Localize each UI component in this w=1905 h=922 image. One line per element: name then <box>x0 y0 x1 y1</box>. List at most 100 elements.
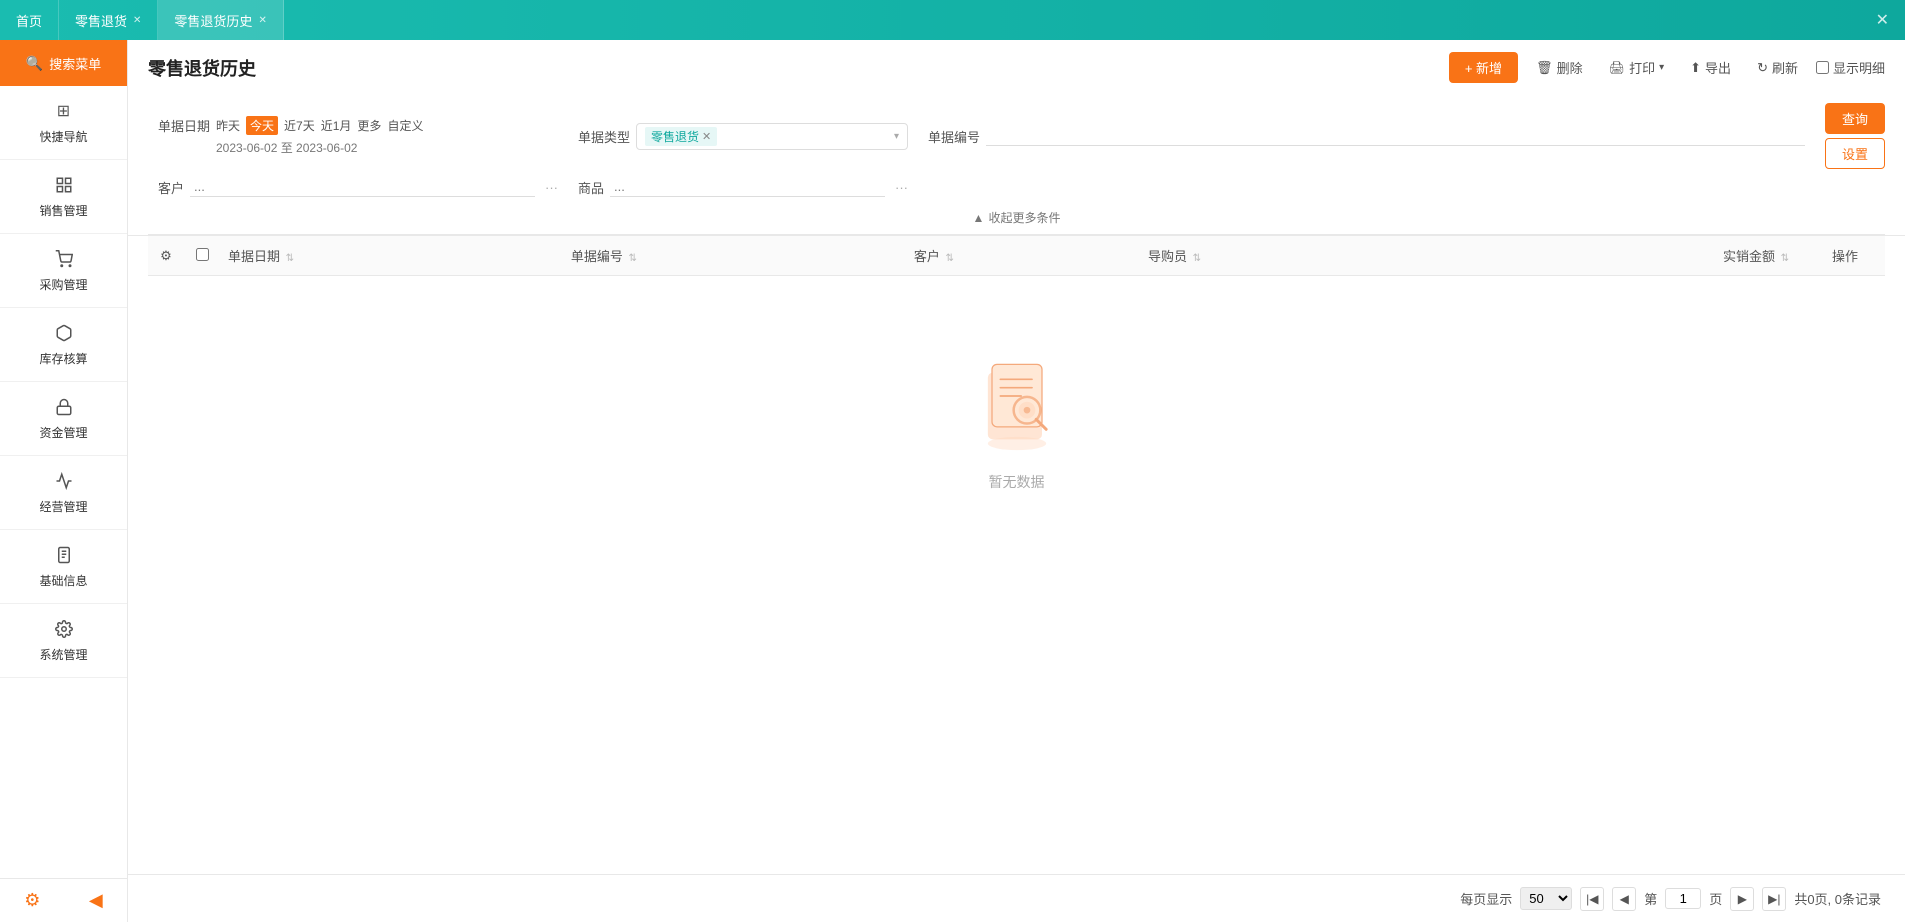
refresh-icon: ↻ <box>1757 60 1768 76</box>
filter-date-item: 单据日期 昨天 今天 近7天 近1月 更多 自定义 2023-06-02 至 2… <box>148 116 568 156</box>
export-icon: ⬆ <box>1690 60 1701 76</box>
sidebar-item-inventory[interactable]: 库存核算 <box>0 308 127 382</box>
prev-page-button[interactable]: ◀ <box>1612 887 1636 911</box>
filter-customer-input[interactable] <box>190 177 535 197</box>
display-toggle-checkbox[interactable] <box>1816 61 1829 74</box>
empty-state-cell: 暂无数据 <box>148 276 1885 573</box>
total-label: 共0页, 0条记录 <box>1794 889 1881 908</box>
date-option-7days[interactable]: 近7天 <box>284 117 315 134</box>
th-actions: 操作 <box>1805 236 1885 276</box>
delete-icon: 🗑 <box>1536 60 1553 76</box>
page-title: 零售退货历史 <box>148 55 256 81</box>
filter-doc-number-input[interactable] <box>986 126 1805 146</box>
sidebar-item-quick-nav[interactable]: ⊞ 快捷导航 <box>0 86 127 160</box>
page-header: 零售退货历史 + 新增 🗑 删除 🖨 打印 ▾ ⬆ 导出 <box>128 40 1905 236</box>
next-page-button[interactable]: ▶ <box>1730 887 1754 911</box>
sort-date-icon[interactable]: ⇅ <box>286 253 294 264</box>
filter-doc-type-label: 单据类型 <box>578 127 630 146</box>
th-customer: 客户 ⇅ <box>906 236 1140 276</box>
basic-info-icon <box>53 544 75 566</box>
new-button[interactable]: + 新增 <box>1449 52 1518 83</box>
export-button[interactable]: ⬆ 导出 <box>1682 54 1739 81</box>
empty-state: 暂无数据 <box>148 276 1885 572</box>
data-table: ⚙ 单据日期 ⇅ 单据编号 ⇅ <box>148 236 1885 572</box>
empty-state-icon <box>967 356 1067 456</box>
filter-doc-type-select[interactable]: 零售退货 ✕ ▾ <box>636 123 908 150</box>
tab-retail-return[interactable]: 零售退货 ✕ <box>59 0 158 40</box>
sidebar-search[interactable]: 🔍 搜索菜单 <box>0 40 127 86</box>
th-number: 单据编号 ⇅ <box>563 236 906 276</box>
sidebar-item-finance[interactable]: 资金管理 <box>0 382 127 456</box>
main-layout: 🔍 搜索菜单 ⊞ 快捷导航 销售管理 采购管理 库存核算 <box>0 40 1905 922</box>
collapse-row: ▲ 收起更多条件 <box>148 205 1885 234</box>
top-bar: 首页 零售退货 ✕ 零售退货历史 ✕ ✕ <box>0 0 1905 40</box>
date-option-today[interactable]: 今天 <box>246 116 278 135</box>
first-page-button[interactable]: |◀ <box>1580 887 1604 911</box>
page-unit: 页 <box>1709 889 1722 908</box>
sidebar-search-label: 搜索菜单 <box>49 54 101 73</box>
date-option-1month[interactable]: 近1月 <box>321 117 352 134</box>
sort-number-icon[interactable]: ⇅ <box>629 253 637 264</box>
pagination-bar: 每页显示 50 10 20 100 |◀ ◀ 第 1 页 ▶ ▶| 共0页, 0… <box>128 874 1905 922</box>
filter-product-input[interactable] <box>610 177 885 197</box>
filter-row-2: 客户 ··· 商品 ··· <box>148 177 1885 205</box>
delete-button[interactable]: 🗑 删除 <box>1528 54 1591 81</box>
filter-doc-type-remove[interactable]: ✕ <box>702 130 711 143</box>
th-guide: 导购员 ⇅ <box>1140 236 1429 276</box>
sort-customer-icon[interactable]: ⇅ <box>945 253 953 264</box>
column-settings-icon[interactable]: ⚙ <box>160 248 172 263</box>
refresh-button[interactable]: ↻ 刷新 <box>1749 54 1806 81</box>
filter-customer-dots: ··· <box>545 180 558 195</box>
filter-doc-type-tag: 零售退货 ✕ <box>645 127 717 146</box>
sales-mgmt-icon <box>53 174 75 196</box>
quick-nav-icon: ⊞ <box>53 100 75 122</box>
sidebar-item-basic-info[interactable]: 基础信息 <box>0 530 127 604</box>
display-toggle[interactable]: 显示明细 <box>1816 58 1885 77</box>
sidebar-item-sys-mgmt-label: 系统管理 <box>39 646 87 663</box>
sort-guide-icon[interactable]: ⇅ <box>1193 253 1201 264</box>
print-button[interactable]: 🖨 打印 ▾ <box>1601 54 1673 81</box>
filter-doc-number-item: 单据编号 <box>918 126 1815 146</box>
sidebar-item-ops-mgmt[interactable]: 经营管理 <box>0 456 127 530</box>
sidebar-item-finance-label: 资金管理 <box>39 424 87 441</box>
per-page-label: 每页显示 <box>1460 889 1512 908</box>
date-option-yesterday[interactable]: 昨天 <box>216 117 240 134</box>
doc-type-dropdown-icon: ▾ <box>894 131 899 142</box>
filter-date-range: 2023-06-02 至 2023-06-02 <box>216 139 357 156</box>
date-option-custom[interactable]: 自定义 <box>387 117 423 134</box>
window-close-button[interactable]: ✕ <box>1876 10 1905 30</box>
sort-amount-icon[interactable]: ⇅ <box>1781 253 1789 264</box>
tab-home-label: 首页 <box>16 11 42 30</box>
collapse-button[interactable]: ▲ 收起更多条件 <box>973 209 1061 226</box>
filter-customer-item: 客户 ··· <box>148 177 568 197</box>
sidebar-collapse-icon[interactable]: ◀ <box>89 890 103 911</box>
sidebar-item-sys-mgmt[interactable]: 系统管理 <box>0 604 127 678</box>
search-icon: 🔍 <box>26 55 43 72</box>
tab-retail-return-close[interactable]: ✕ <box>133 15 141 26</box>
th-date: 单据日期 ⇅ <box>220 236 563 276</box>
last-page-button[interactable]: ▶| <box>1762 887 1786 911</box>
settings-button[interactable]: 设置 <box>1825 138 1885 169</box>
tab-retail-return-history[interactable]: 零售退货历史 ✕ <box>158 0 283 40</box>
sidebar-item-purchase-mgmt[interactable]: 采购管理 <box>0 234 127 308</box>
page-label: 第 <box>1644 889 1657 908</box>
table-container: ⚙ 单据日期 ⇅ 单据编号 ⇅ <box>128 236 1905 874</box>
filter-row-1: 单据日期 昨天 今天 近7天 近1月 更多 自定义 2023-06-02 至 2… <box>148 95 1885 177</box>
filter-date-label: 单据日期 <box>158 116 210 135</box>
per-page-select[interactable]: 50 10 20 100 <box>1520 887 1572 910</box>
page-input[interactable]: 1 <box>1665 888 1701 909</box>
tab-retail-return-history-close[interactable]: ✕ <box>258 15 266 26</box>
sidebar-settings-icon[interactable]: ⚙ <box>24 890 40 911</box>
sidebar-item-sales-mgmt[interactable]: 销售管理 <box>0 160 127 234</box>
th-amount: 实销金额 ⇅ <box>1429 236 1805 276</box>
collapse-up-icon: ▲ <box>973 211 985 225</box>
select-all-checkbox[interactable] <box>196 248 209 261</box>
tab-retail-return-label: 零售退货 <box>75 11 127 30</box>
query-button[interactable]: 查询 <box>1825 103 1885 134</box>
table-body: 暂无数据 <box>148 276 1885 573</box>
sidebar: 🔍 搜索菜单 ⊞ 快捷导航 销售管理 采购管理 库存核算 <box>0 40 128 922</box>
sys-mgmt-icon <box>53 618 75 640</box>
date-option-more[interactable]: 更多 <box>357 117 381 134</box>
tab-home[interactable]: 首页 <box>0 0 59 40</box>
th-settings: ⚙ <box>148 236 184 276</box>
